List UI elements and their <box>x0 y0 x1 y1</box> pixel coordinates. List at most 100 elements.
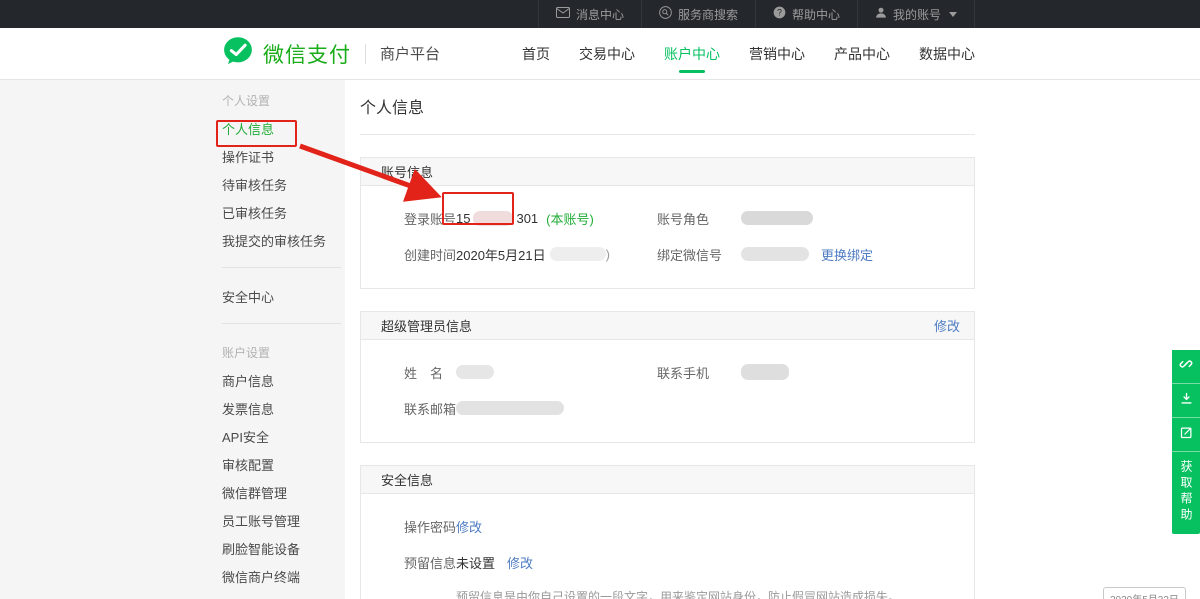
sidebar-divider <box>222 310 345 338</box>
created-paren: ) <box>606 247 610 262</box>
brand-name: 微信支付 <box>263 39 351 69</box>
security-info-card-header: 安全信息 <box>361 466 974 494</box>
sidebar-item-review-config[interactable]: 审核配置 <box>222 450 345 478</box>
sidebar-item-security-center[interactable]: 安全中心 <box>222 282 345 310</box>
operation-password-label: 操作密码 <box>404 517 456 536</box>
admin-phone-cell: 联系手机 <box>657 363 789 382</box>
reserved-info-description: 预留信息是由你自己设置的一段文字，用来鉴定网站身份，防止假冒网站造成损失。 配置… <box>456 588 954 599</box>
sidebar-item-pending-review-tasks[interactable]: 待审核任务 <box>222 170 345 198</box>
info-row-created-wechat: 创建时间 2020年5月21日 ) 绑定微信号 更换绑定 <box>404 244 954 264</box>
topbar-item-label: 服务商搜索 <box>678 6 738 23</box>
created-time-label: 创建时间 <box>404 245 456 264</box>
nav-item-transaction-center[interactable]: 交易中心 <box>579 28 635 80</box>
topbar-item-help-center[interactable]: ? 帮助中心 <box>755 0 857 28</box>
nav-item-data-center[interactable]: 数据中心 <box>919 28 975 80</box>
feedback-button[interactable] <box>1172 418 1200 452</box>
super-admin-card: 超级管理员信息 修改 姓 名 联系手机 联系邮箱 <box>360 311 975 443</box>
topbar-item-label: 我的账号 <box>893 6 941 23</box>
sidebar-item-face-smart-device[interactable]: 刷脸智能设备 <box>222 534 345 562</box>
sidebar-item-wechat-group-management[interactable]: 微信群管理 <box>222 478 345 506</box>
reserved-info-status: 未设置 <box>456 553 495 572</box>
created-date: 2020年5月21日 <box>456 245 546 264</box>
sidebar-item-invoice-info[interactable]: 发票信息 <box>222 394 345 422</box>
topbar-item-label: 消息中心 <box>576 6 624 23</box>
download-icon <box>1179 391 1194 411</box>
account-info-title: 账号信息 <box>381 162 433 181</box>
brand[interactable]: 微信支付 商户平台 <box>222 35 440 72</box>
sidebar-item-api-security[interactable]: API安全 <box>222 422 345 450</box>
info-row-name-phone: 姓 名 联系手机 <box>404 362 954 382</box>
sidebar-item-my-submitted-tasks[interactable]: 我提交的审核任务 <box>222 226 345 254</box>
sidebar-item-operation-certificate[interactable]: 操作证书 <box>222 142 345 170</box>
nav-item-home[interactable]: 首页 <box>522 28 550 80</box>
login-account-label: 登录账号 <box>404 209 456 228</box>
current-account-tag: (本账号) <box>546 209 594 228</box>
info-row-reserved: 预留信息 未设置 修改 <box>404 552 954 572</box>
redacted-admin-name <box>456 365 494 379</box>
brand-divider <box>365 44 366 64</box>
download-button[interactable] <box>1172 384 1200 418</box>
get-help-label: 获取帮助 <box>1172 460 1200 524</box>
sidebar-item-staff-account-management[interactable]: 员工账号管理 <box>222 506 345 534</box>
admin-email-label: 联系邮箱 <box>404 399 456 418</box>
help-icon: ? <box>773 6 786 22</box>
created-time-value: 2020年5月21日 ) <box>456 245 610 264</box>
topbar: 消息中心 服务商搜索 ? 帮助中心 我的账号 <box>0 0 1200 28</box>
edit-admin-link[interactable]: 修改 <box>934 316 960 335</box>
login-account-prefix: 15 <box>456 211 470 226</box>
account-info-card: 账号信息 登录账号 15 301 (本账号) 账号角色 <box>360 157 975 289</box>
account-info-card-header: 账号信息 <box>361 158 974 186</box>
super-admin-card-body: 姓 名 联系手机 联系邮箱 <box>361 340 974 442</box>
nav-item-account-center[interactable]: 账户中心 <box>664 28 720 80</box>
redacted-wechat-id <box>741 247 809 261</box>
change-binding-link[interactable]: 更换绑定 <box>821 245 873 264</box>
topbar-item-messages[interactable]: 消息中心 <box>538 0 641 28</box>
bound-wechat-label: 绑定微信号 <box>657 245 727 264</box>
mail-icon <box>556 7 570 21</box>
bound-wechat-cell: 绑定微信号 更换绑定 <box>657 245 873 264</box>
edit-reserved-info-link[interactable]: 修改 <box>507 553 533 572</box>
nav-item-product-center[interactable]: 产品中心 <box>834 28 890 80</box>
link-button[interactable] <box>1172 350 1200 384</box>
super-admin-title: 超级管理员信息 <box>381 316 472 335</box>
info-row-login-role: 登录账号 15 301 (本账号) 账号角色 <box>404 208 954 228</box>
admin-name-cell: 姓 名 <box>404 363 657 382</box>
svg-text:?: ? <box>777 8 782 18</box>
operation-password-cell: 操作密码 修改 <box>404 517 482 536</box>
page-body: 个人设置 个人信息 操作证书 待审核任务 已审核任务 我提交的审核任务 安全中心… <box>0 80 1200 599</box>
get-help-button[interactable]: 获取帮助 <box>1172 452 1200 534</box>
search-icon <box>659 6 672 22</box>
topbar-item-provider-search[interactable]: 服务商搜索 <box>641 0 755 28</box>
login-account-value: 15 301 (本账号) <box>456 209 594 228</box>
sidebar-item-reviewed-tasks[interactable]: 已审核任务 <box>222 198 345 226</box>
edit-icon <box>1179 425 1194 445</box>
info-row-password: 操作密码 修改 <box>404 516 954 536</box>
login-account-cell: 登录账号 15 301 (本账号) <box>404 209 657 228</box>
account-info-card-body: 登录账号 15 301 (本账号) 账号角色 <box>361 186 974 288</box>
header: 微信支付 商户平台 首页 交易中心 账户中心 营销中心 产品中心 数据中心 <box>0 28 1200 80</box>
sidebar-divider <box>222 254 345 282</box>
sidebar-item-personal-info[interactable]: 个人信息 <box>222 114 345 142</box>
account-role-cell: 账号角色 <box>657 209 813 228</box>
admin-name-label: 姓 名 <box>404 363 456 382</box>
wechat-pay-logo-icon <box>222 35 254 72</box>
redacted-admin-phone <box>741 364 789 380</box>
redacted-created-time <box>550 247 606 261</box>
redacted-admin-email <box>456 401 564 415</box>
sidebar: 个人设置 个人信息 操作证书 待审核任务 已审核任务 我提交的审核任务 安全中心… <box>222 80 345 590</box>
link-icon <box>1178 356 1194 377</box>
change-password-link[interactable]: 修改 <box>456 517 482 536</box>
sidebar-item-merchant-info[interactable]: 商户信息 <box>222 366 345 394</box>
nav-item-marketing-center[interactable]: 营销中心 <box>749 28 805 80</box>
admin-email-cell: 联系邮箱 <box>404 399 657 418</box>
topbar-item-my-account[interactable]: 我的账号 <box>857 0 975 28</box>
user-icon <box>875 6 887 22</box>
main-content: 个人信息 账号信息 登录账号 15 301 (本账号) <box>360 80 975 599</box>
floating-help-panel: 获取帮助 <box>1172 350 1200 534</box>
sidebar-item-wechat-merchant-terminal[interactable]: 微信商户终端 <box>222 562 345 590</box>
page-title: 个人信息 <box>360 94 975 118</box>
topbar-item-label: 帮助中心 <box>792 6 840 23</box>
created-time-cell: 创建时间 2020年5月21日 ) <box>404 245 657 264</box>
security-info-card: 安全信息 操作密码 修改 预留信息 未设置 修改 预留 <box>360 465 975 599</box>
reserved-info-label: 预留信息 <box>404 553 456 572</box>
